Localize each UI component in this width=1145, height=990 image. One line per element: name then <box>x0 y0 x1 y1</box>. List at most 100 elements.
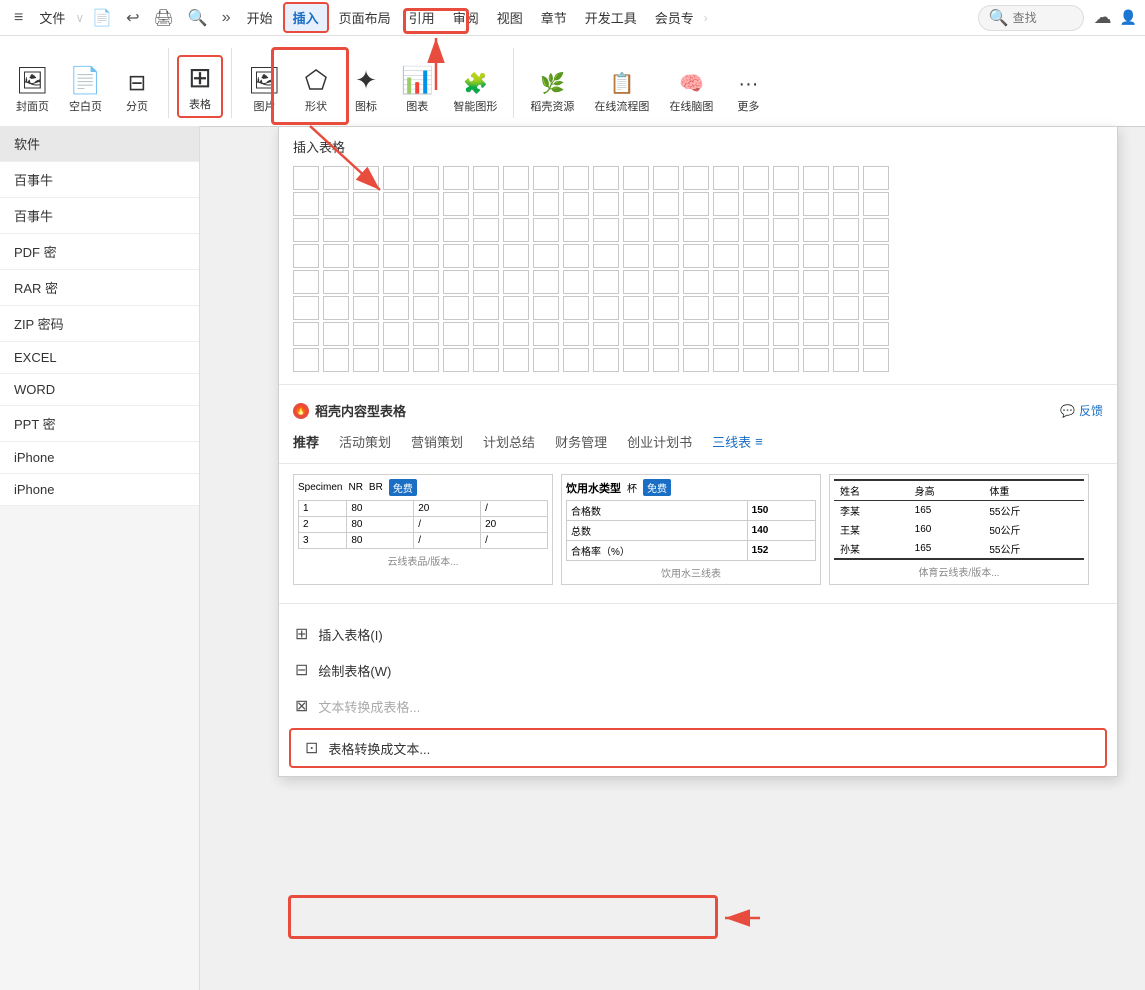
grid-cell-3-18[interactable] <box>833 244 859 268</box>
grid-cell-1-8[interactable] <box>533 192 559 216</box>
grid-cell-7-14[interactable] <box>713 348 739 372</box>
grid-cell-5-11[interactable] <box>623 296 649 320</box>
grid-cell-2-11[interactable] <box>623 218 649 242</box>
grid-cell-0-7[interactable] <box>503 166 529 190</box>
grid-cell-0-5[interactable] <box>443 166 469 190</box>
grid-cell-0-18[interactable] <box>833 166 859 190</box>
insert-table-item[interactable]: ⊞ 插入表格(I) <box>279 616 1117 652</box>
grid-cell-7-16[interactable] <box>773 348 799 372</box>
grid-cell-1-7[interactable] <box>503 192 529 216</box>
grid-cell-6-0[interactable] <box>293 322 319 346</box>
grid-cell-6-17[interactable] <box>803 322 829 346</box>
grid-cell-5-19[interactable] <box>863 296 889 320</box>
grid-cell-3-12[interactable] <box>653 244 679 268</box>
grid-cell-4-15[interactable] <box>743 270 769 294</box>
grid-cell-2-8[interactable] <box>533 218 559 242</box>
grid-cell-2-9[interactable] <box>563 218 589 242</box>
grid-cell-3-19[interactable] <box>863 244 889 268</box>
grid-cell-7-10[interactable] <box>593 348 619 372</box>
ribbon-image[interactable]: 🖼 图片 <box>240 61 289 118</box>
grid-cell-7-9[interactable] <box>563 348 589 372</box>
grid-cell-3-3[interactable] <box>383 244 409 268</box>
table-preview-2[interactable]: 饮用水类型 杯 免费 合格数150 总数140 合格率（%）152 饮用水三线表 <box>561 474 821 585</box>
grid-cell-5-18[interactable] <box>833 296 859 320</box>
grid-cell-0-9[interactable] <box>563 166 589 190</box>
ribbon-online-mind[interactable]: 🧠 在线脑图 <box>661 67 721 118</box>
grid-cell-2-16[interactable] <box>773 218 799 242</box>
grid-cell-6-10[interactable] <box>593 322 619 346</box>
grid-cell-5-8[interactable] <box>533 296 559 320</box>
grid-cell-6-6[interactable] <box>473 322 499 346</box>
grid-cell-0-6[interactable] <box>473 166 499 190</box>
feedback-link[interactable]: 💬 反馈 <box>1060 402 1103 419</box>
grid-cell-4-8[interactable] <box>533 270 559 294</box>
cat-tab-marketing[interactable]: 营销策划 <box>411 428 463 455</box>
grid-cell-6-8[interactable] <box>533 322 559 346</box>
grid-cell-3-5[interactable] <box>443 244 469 268</box>
grid-cell-1-18[interactable] <box>833 192 859 216</box>
grid-cell-2-1[interactable] <box>323 218 349 242</box>
grid-cell-5-15[interactable] <box>743 296 769 320</box>
cat-tab-event[interactable]: 活动策划 <box>339 428 391 455</box>
grid-cell-0-0[interactable] <box>293 166 319 190</box>
grid-cell-6-2[interactable] <box>353 322 379 346</box>
grid-cell-5-16[interactable] <box>773 296 799 320</box>
sidebar-item-2[interactable]: 百事牛 <box>0 198 199 234</box>
menu-vip[interactable]: 会员专 <box>647 4 702 31</box>
cat-tab-threeline[interactable]: 三线表 ≡ <box>712 428 763 455</box>
grid-cell-0-11[interactable] <box>623 166 649 190</box>
grid-cell-7-11[interactable] <box>623 348 649 372</box>
grid-cell-7-4[interactable] <box>413 348 439 372</box>
grid-cell-1-19[interactable] <box>863 192 889 216</box>
grid-cell-3-9[interactable] <box>563 244 589 268</box>
grid-cell-0-4[interactable] <box>413 166 439 190</box>
grid-cell-2-19[interactable] <box>863 218 889 242</box>
grid-cell-6-11[interactable] <box>623 322 649 346</box>
grid-cell-0-2[interactable] <box>353 166 379 190</box>
grid-cell-7-17[interactable] <box>803 348 829 372</box>
grid-cell-7-3[interactable] <box>383 348 409 372</box>
grid-cell-6-13[interactable] <box>683 322 709 346</box>
grid-cell-5-4[interactable] <box>413 296 439 320</box>
grid-cell-7-15[interactable] <box>743 348 769 372</box>
grid-cell-5-2[interactable] <box>353 296 379 320</box>
grid-cell-5-13[interactable] <box>683 296 709 320</box>
grid-cell-0-16[interactable] <box>773 166 799 190</box>
cat-tab-recommend[interactable]: 推荐 <box>293 428 319 455</box>
grid-cell-3-17[interactable] <box>803 244 829 268</box>
grid-cell-5-7[interactable] <box>503 296 529 320</box>
grid-cell-1-5[interactable] <box>443 192 469 216</box>
grid-cell-2-14[interactable] <box>713 218 739 242</box>
grid-cell-4-16[interactable] <box>773 270 799 294</box>
grid-cell-2-4[interactable] <box>413 218 439 242</box>
grid-cell-6-4[interactable] <box>413 322 439 346</box>
grid-cell-1-17[interactable] <box>803 192 829 216</box>
grid-cell-3-1[interactable] <box>323 244 349 268</box>
grid-cell-4-10[interactable] <box>593 270 619 294</box>
grid-cell-4-17[interactable] <box>803 270 829 294</box>
sidebar-item-7[interactable]: WORD <box>0 374 199 406</box>
grid-cell-0-3[interactable] <box>383 166 409 190</box>
grid-cell-0-12[interactable] <box>653 166 679 190</box>
grid-cell-4-2[interactable] <box>353 270 379 294</box>
grid-cell-0-19[interactable] <box>863 166 889 190</box>
sidebar-item-4[interactable]: RAR 密 <box>0 270 199 306</box>
grid-cell-3-7[interactable] <box>503 244 529 268</box>
grid-cell-0-15[interactable] <box>743 166 769 190</box>
ribbon-page-break[interactable]: ⊟ 分页 <box>114 66 160 118</box>
grid-cell-4-13[interactable] <box>683 270 709 294</box>
grid-cell-2-3[interactable] <box>383 218 409 242</box>
search-input[interactable] <box>1013 11 1073 25</box>
grid-cell-5-10[interactable] <box>593 296 619 320</box>
grid-cell-2-0[interactable] <box>293 218 319 242</box>
grid-cell-4-1[interactable] <box>323 270 349 294</box>
cat-tab-finance[interactable]: 财务管理 <box>555 428 607 455</box>
menu-view[interactable]: 视图 <box>489 4 531 31</box>
grid-cell-3-0[interactable] <box>293 244 319 268</box>
grid-cell-3-15[interactable] <box>743 244 769 268</box>
grid-cell-1-12[interactable] <box>653 192 679 216</box>
menu-ref[interactable]: 引用 <box>401 4 443 31</box>
grid-cell-2-2[interactable] <box>353 218 379 242</box>
grid-cell-4-6[interactable] <box>473 270 499 294</box>
grid-cell-7-7[interactable] <box>503 348 529 372</box>
